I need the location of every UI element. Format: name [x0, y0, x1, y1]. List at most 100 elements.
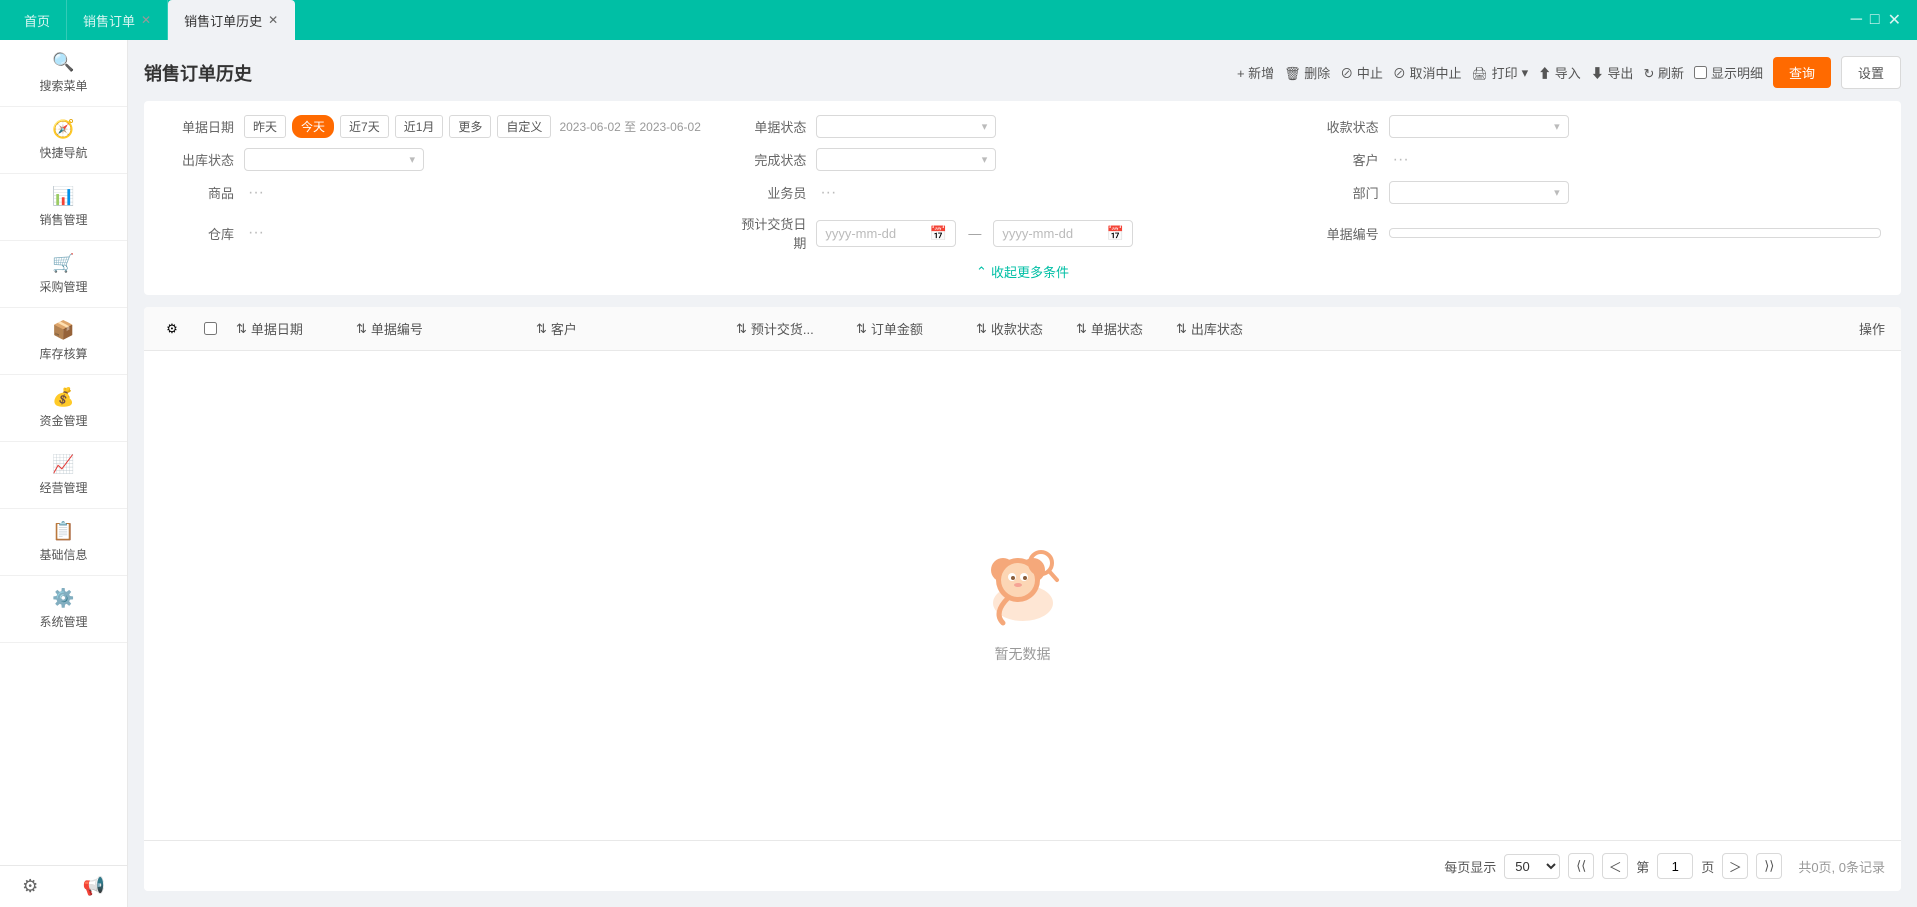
prev-page-button[interactable]: ＜ [1602, 853, 1628, 879]
tab-sales-history-close[interactable]: ✕ [268, 13, 278, 27]
date-btn-7days[interactable]: 近7天 [340, 115, 389, 138]
display-toggle-label: 显示明细 [1711, 63, 1763, 82]
first-page-button[interactable]: ⟨⟨ [1568, 853, 1594, 879]
sidebar-bottom: ⚙ 📢 [0, 865, 127, 907]
settings-button[interactable]: 设置 [1841, 56, 1901, 89]
date-btn-today[interactable]: 今天 [292, 115, 334, 138]
filter-row-delivery: 仓库 ··· 预计交货日期 yyyy-mm-dd 📅 — yyyy-mm-dd … [164, 214, 1881, 252]
warehouse-dots-btn[interactable]: ··· [244, 224, 268, 242]
top-bar: 首页 销售订单 ✕ 销售订单历史 ✕ ─ □ ✕ [0, 0, 1917, 40]
order-status-select[interactable]: ▾ [816, 115, 996, 138]
sidebar-item-nav-label: 快捷导航 [39, 144, 87, 161]
minimize-icon[interactable]: ─ [1851, 11, 1862, 29]
tab-home[interactable]: 首页 [8, 0, 67, 40]
table-body: 暂无数据 [144, 351, 1901, 840]
select-all-checkbox[interactable] [204, 322, 217, 335]
export-button[interactable]: ⬇ 导出 [1591, 63, 1634, 82]
th-date-label: 单据日期 [251, 319, 303, 338]
sidebar-item-search[interactable]: 🔍 搜索菜单 [0, 40, 127, 107]
filter-completion-status-control: ▾ [816, 148, 1308, 171]
goods-label: 商品 [164, 183, 244, 202]
filter-row-warehouse: 出库状态 ▾ 完成状态 ▾ 客户 ··· [164, 148, 1881, 171]
date-btn-1month[interactable]: 近1月 [395, 115, 444, 138]
department-select[interactable]: ▾ [1389, 181, 1569, 204]
new-button[interactable]: + 新增 [1237, 63, 1274, 82]
print-dropdown-icon[interactable]: ▾ [1522, 65, 1529, 81]
sidebar-item-finance[interactable]: 💰 资金管理 [0, 375, 127, 442]
maximize-icon[interactable]: □ [1870, 11, 1880, 29]
date-btn-more[interactable]: 更多 [449, 115, 491, 138]
tab-sales-history[interactable]: 销售订单历史 ✕ [168, 0, 295, 40]
display-toggle-checkbox[interactable] [1694, 66, 1707, 79]
print-button[interactable]: 🖨 打印 ▾ [1472, 63, 1529, 82]
th-date[interactable]: ⇅ 单据日期 [228, 319, 348, 338]
page-header: 销售订单历史 + 新增 🗑 删除 ⊘ 中止 ⊘ 取消中止 🖨 打印 ▾ [144, 56, 1901, 89]
display-toggle[interactable]: 显示明细 [1694, 63, 1763, 82]
delivery-date-start[interactable]: yyyy-mm-dd 📅 [816, 220, 956, 247]
sidebar-item-operations[interactable]: 📈 经营管理 [0, 442, 127, 509]
close-window-icon[interactable]: ✕ [1888, 10, 1901, 30]
th-delivery[interactable]: ⇅ 预计交货... [728, 319, 848, 338]
order-number-label: 单据编号 [1309, 224, 1389, 243]
main-layout: 🔍 搜索菜单 🧭 快捷导航 📊 销售管理 🛒 采购管理 📦 库存核算 💰 资金管… [0, 40, 1917, 907]
page-title: 销售订单历史 [144, 60, 252, 86]
speaker-icon[interactable]: 📢 [82, 876, 104, 897]
th-payment-label: 收款状态 [991, 319, 1043, 338]
purchase-icon: 🛒 [52, 253, 74, 274]
th-warehouse-status[interactable]: ⇅ 出库状态 [1168, 319, 1288, 338]
warehouse-status-select[interactable]: ▾ [244, 148, 424, 171]
import-button[interactable]: ⬆ 导入 [1538, 63, 1581, 82]
calendar-start-icon: 📅 [930, 225, 947, 242]
last-page-button[interactable]: ⟩⟩ [1756, 853, 1782, 879]
delete-button[interactable]: 🗑 删除 [1284, 63, 1330, 82]
sidebar-item-basic-label: 基础信息 [39, 546, 87, 563]
tab-sales-order-label: 销售订单 [83, 11, 135, 30]
payment-status-select[interactable]: ▾ [1389, 115, 1569, 138]
th-customer[interactable]: ⇅ 客户 [528, 319, 728, 338]
th-number[interactable]: ⇅ 单据编号 [348, 319, 528, 338]
order-number-input[interactable] [1389, 228, 1881, 238]
page-input[interactable] [1657, 853, 1693, 879]
sidebar-item-nav[interactable]: 🧭 快捷导航 [0, 107, 127, 174]
settings-bottom-icon[interactable]: ⚙ [22, 876, 38, 897]
th-checkbox[interactable] [192, 322, 228, 335]
th-amount[interactable]: ⇅ 订单金额 [848, 319, 968, 338]
filter-warehouse-status-control: ▾ [244, 148, 736, 171]
th-delivery-sort-icon: ⇅ [736, 321, 747, 337]
tab-sales-history-label: 销售订单历史 [184, 11, 262, 30]
th-customer-sort-icon: ⇅ [536, 321, 547, 337]
sidebar-item-inventory[interactable]: 📦 库存核算 [0, 308, 127, 375]
next-page-button[interactable]: ＞ [1722, 853, 1748, 879]
completion-status-select[interactable]: ▾ [816, 148, 996, 171]
goods-dots-btn[interactable]: ··· [244, 184, 268, 202]
customer-dots-btn[interactable]: ··· [1389, 151, 1413, 169]
date-label: 单据日期 [164, 117, 244, 136]
filter-delivery-date-control: yyyy-mm-dd 📅 — yyyy-mm-dd 📅 [816, 220, 1308, 247]
salesperson-dots-btn[interactable]: ··· [816, 184, 840, 202]
th-warehouse-label: 出库状态 [1191, 319, 1243, 338]
sidebar-item-system[interactable]: ⚙️ 系统管理 [0, 576, 127, 643]
refresh-button[interactable]: ↻ 刷新 [1643, 63, 1684, 82]
stop-button[interactable]: ⊘ 中止 [1340, 63, 1383, 82]
tab-sales-order-close[interactable]: ✕ [141, 13, 151, 27]
collapse-button[interactable]: ⌃ 收起更多条件 [164, 262, 1881, 281]
th-order-status[interactable]: ⇅ 单据状态 [1068, 319, 1168, 338]
th-settings[interactable]: ⚙ [152, 321, 192, 337]
sidebar-item-sales[interactable]: 📊 销售管理 [0, 174, 127, 241]
toolbar: + 新增 🗑 删除 ⊘ 中止 ⊘ 取消中止 🖨 打印 ▾ ⬆ 导入 [1237, 56, 1901, 89]
cancel-stop-button[interactable]: ⊘ 取消中止 [1393, 63, 1462, 82]
th-number-sort-icon: ⇅ [356, 321, 367, 337]
date-btn-yesterday[interactable]: 昨天 [244, 115, 286, 138]
tab-sales-order[interactable]: 销售订单 ✕ [67, 0, 168, 40]
date-shortcuts: 昨天 今天 近7天 近1月 更多 自定义 [244, 115, 551, 138]
sidebar-item-purchase[interactable]: 🛒 采购管理 [0, 241, 127, 308]
export-label: ⬇ 导出 [1591, 63, 1634, 82]
per-page-select[interactable]: 50 10 20 100 [1504, 854, 1560, 879]
system-icon: ⚙️ [52, 588, 74, 609]
date-btn-custom[interactable]: 自定义 [497, 115, 551, 138]
query-button[interactable]: 查询 [1773, 57, 1831, 88]
sidebar-item-basic[interactable]: 📋 基础信息 [0, 509, 127, 576]
th-payment[interactable]: ⇅ 收款状态 [968, 319, 1068, 338]
delivery-date-end[interactable]: yyyy-mm-dd 📅 [993, 220, 1133, 247]
gear-icon[interactable]: ⚙ [166, 321, 178, 337]
